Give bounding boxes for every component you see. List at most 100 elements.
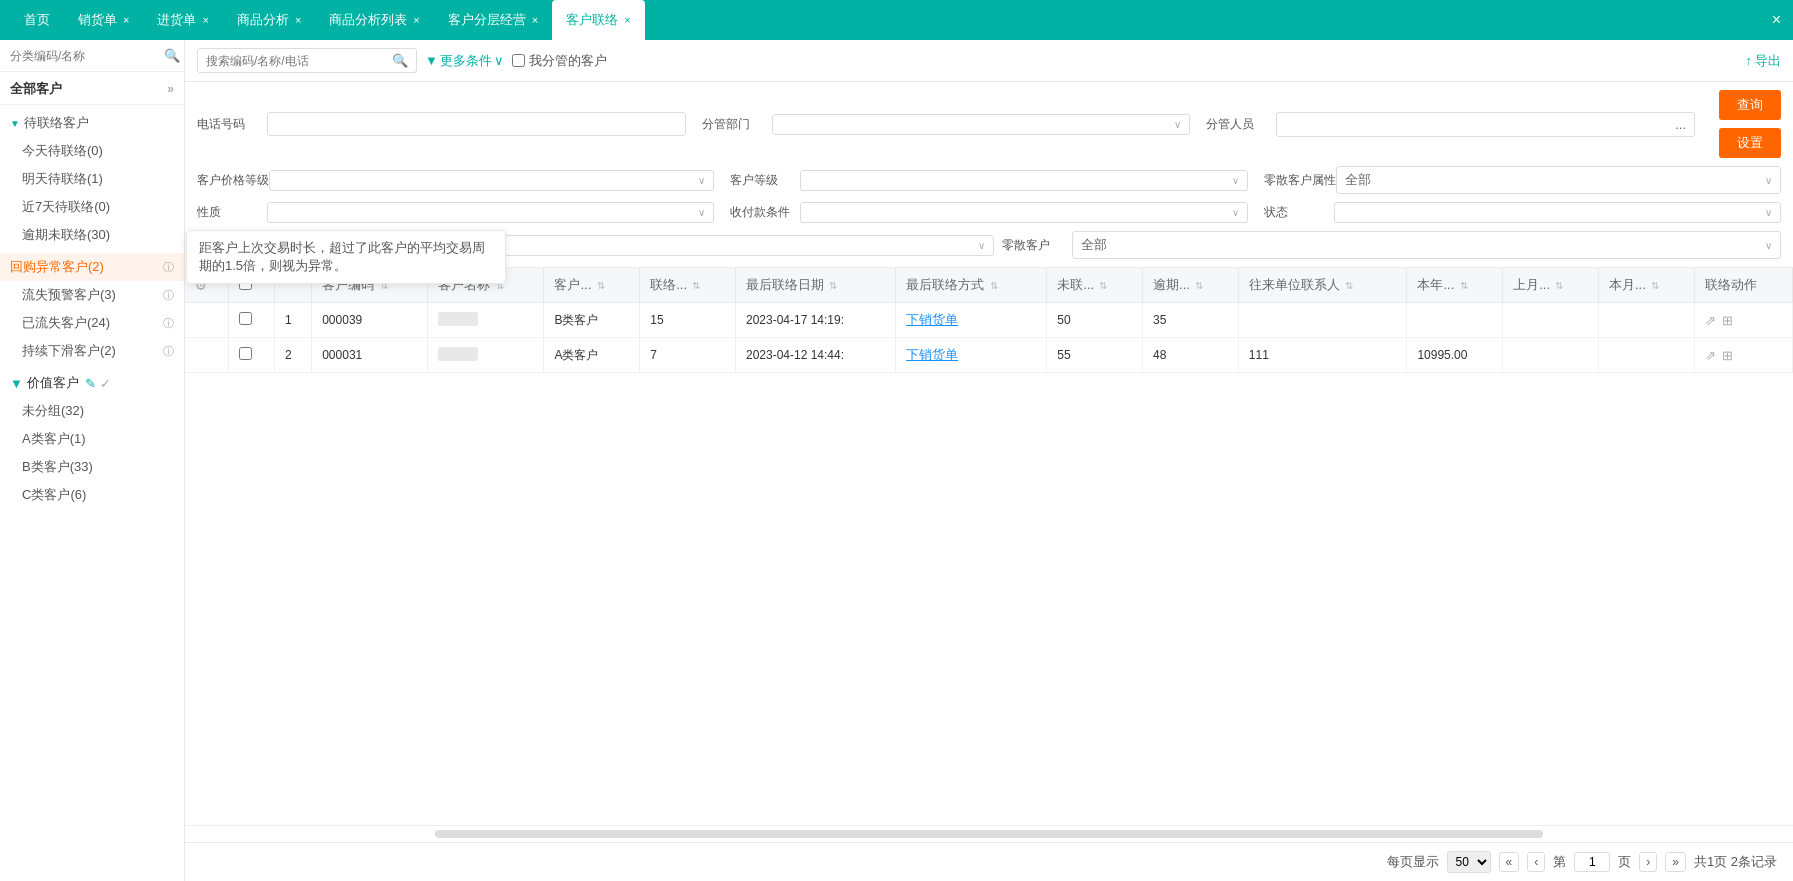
sidebar-item-b-class[interactable]: B类客户(33): [0, 453, 184, 481]
nav-product-list-close[interactable]: ×: [413, 14, 419, 26]
my-customers-checkbox[interactable]: 我分管的客户: [512, 52, 607, 70]
date-sort-icon[interactable]: ⇅: [829, 280, 837, 291]
row-checkbox[interactable]: [229, 338, 275, 373]
nav-sales[interactable]: 销货单 ×: [64, 0, 143, 40]
gender-select[interactable]: ∨: [267, 202, 714, 223]
window-close-icon[interactable]: ×: [1772, 11, 1781, 29]
query-button[interactable]: 查询: [1719, 90, 1781, 120]
this-month-sort-icon[interactable]: ⇅: [1651, 280, 1659, 291]
filter-dept: 分管部门 ∨: [702, 114, 1191, 135]
overdue-sort-icon[interactable]: ⇅: [1195, 280, 1203, 291]
my-customers-cb[interactable]: [512, 54, 525, 67]
customer-grade-label: 客户等级: [730, 172, 800, 189]
col-not-contacted[interactable]: 未联... ⇅: [1047, 268, 1143, 303]
row-action[interactable]: ⇗ ⊞: [1694, 338, 1792, 373]
tooltip-box: 距客户上次交易时长，超过了此客户的平均交易周期的1.5倍，则视为异常。: [186, 230, 506, 284]
value-check-icon[interactable]: ✓: [100, 376, 111, 391]
sidebar-item-overdue[interactable]: 逾期未联络(30): [0, 221, 184, 249]
col-last-month[interactable]: 上月... ⇅: [1503, 268, 1599, 303]
col-last-contact-date[interactable]: 最后联络日期 ⇅: [735, 268, 895, 303]
row-action[interactable]: ⇗ ⊞: [1694, 303, 1792, 338]
settings-button[interactable]: 设置: [1719, 128, 1781, 158]
retail-customer-select[interactable]: 全部 ∨: [1072, 231, 1781, 259]
nav-sales-close[interactable]: ×: [123, 14, 129, 26]
search-input[interactable]: [206, 54, 392, 68]
this-year-sort-icon[interactable]: ⇅: [1460, 280, 1468, 291]
type-sort-icon[interactable]: ⇅: [597, 280, 605, 291]
export-btn[interactable]: ↑ 导出: [1746, 52, 1782, 70]
price-grade-select[interactable]: ∨: [269, 170, 714, 191]
status-arrow-icon: ∨: [1765, 207, 1772, 218]
first-page-btn[interactable]: «: [1499, 852, 1520, 872]
col-overdue[interactable]: 逾期... ⇅: [1143, 268, 1239, 303]
payment-select[interactable]: ∨: [800, 202, 1247, 223]
col-type[interactable]: 客户... ⇅: [544, 268, 640, 303]
per-page-label: 每页显示: [1387, 853, 1439, 871]
action-link-icon[interactable]: ⇗: [1705, 313, 1716, 328]
nav-product-list[interactable]: 商品分析列表 ×: [315, 0, 433, 40]
sidebar-item-keep-falling[interactable]: 持续下滑客户(2) ⓘ: [0, 337, 184, 365]
col-last-contact-method[interactable]: 最后联络方式 ⇅: [896, 268, 1047, 303]
row-select-checkbox[interactable]: [239, 312, 252, 325]
nav-product-analysis[interactable]: 商品分析 ×: [223, 0, 315, 40]
sidebar-item-today[interactable]: 今天待联络(0): [0, 137, 184, 165]
sidebar-item-c-class[interactable]: C类客户(6): [0, 481, 184, 509]
status-select[interactable]: ∨: [1334, 202, 1781, 223]
prev-page-btn[interactable]: ‹: [1527, 852, 1545, 872]
retail-attr-select[interactable]: 全部 ∨: [1336, 166, 1781, 194]
per-page-select[interactable]: 50: [1447, 851, 1491, 873]
action-grid-icon[interactable]: ⊞: [1722, 348, 1733, 363]
col-this-year[interactable]: 本年... ⇅: [1407, 268, 1503, 303]
col-this-month[interactable]: 本月... ⇅: [1598, 268, 1694, 303]
sidebar-item-a-class[interactable]: A类客户(1): [0, 425, 184, 453]
person-dots[interactable]: ...: [1675, 117, 1686, 132]
sidebar-item-already-lost[interactable]: 已流失客户(24) ⓘ: [0, 309, 184, 337]
person-label: 分管人员: [1206, 116, 1276, 133]
search-icon[interactable]: 🔍: [392, 53, 408, 68]
nav-customer-contact-close[interactable]: ×: [624, 14, 630, 26]
page-input[interactable]: [1574, 852, 1610, 872]
sidebar-item-ungroup[interactable]: 未分组(32): [0, 397, 184, 425]
more-conditions-btn[interactable]: ▼ 更多条件 ∨: [425, 52, 504, 70]
customer-grade-select[interactable]: ∨: [800, 170, 1247, 191]
row-select-checkbox[interactable]: [239, 347, 252, 360]
row-settings: [185, 303, 229, 338]
nav-customer-layered-close[interactable]: ×: [532, 14, 538, 26]
sidebar-search-icon[interactable]: 🔍: [164, 48, 180, 63]
sidebar-collapse-icon[interactable]: »: [167, 82, 174, 96]
row-no: 1: [274, 303, 311, 338]
last-page-btn[interactable]: »: [1665, 852, 1686, 872]
col-action: 联络动作: [1694, 268, 1792, 303]
contact-person-sort-icon[interactable]: ⇅: [1345, 280, 1353, 291]
nav-product-analysis-close[interactable]: ×: [295, 14, 301, 26]
nav-purchase[interactable]: 进货单 ×: [143, 0, 222, 40]
nav-home[interactable]: 首页: [10, 0, 64, 40]
person-select[interactable]: ...: [1276, 112, 1695, 137]
row-checkbox[interactable]: [229, 303, 275, 338]
sidebar-item-7days[interactable]: 近7天待联络(0): [0, 193, 184, 221]
row-last-contact-method[interactable]: 下销货单: [896, 338, 1047, 373]
not-contacted-sort-icon[interactable]: ⇅: [1099, 280, 1107, 291]
last-month-sort-icon[interactable]: ⇅: [1555, 280, 1563, 291]
col-contact-person[interactable]: 往来单位联系人 ⇅: [1238, 268, 1407, 303]
sidebar-pending-title[interactable]: ▼ 待联络客户: [0, 109, 184, 137]
phone-input[interactable]: [267, 112, 686, 136]
page-suffix: 页: [1618, 853, 1631, 871]
action-grid-icon[interactable]: ⊞: [1722, 313, 1733, 328]
contact-sort-icon[interactable]: ⇅: [692, 280, 700, 291]
nav-customer-contact[interactable]: 客户联络 ×: [552, 0, 644, 40]
nav-customer-layered[interactable]: 客户分层经营 ×: [434, 0, 552, 40]
row-last-contact-method[interactable]: 下销货单: [896, 303, 1047, 338]
value-edit-icon[interactable]: ✎: [85, 376, 96, 391]
sidebar-item-tomorrow[interactable]: 明天待联络(1): [0, 165, 184, 193]
action-link-icon[interactable]: ⇗: [1705, 348, 1716, 363]
sidebar-search-input[interactable]: [10, 49, 160, 63]
customer-type-arrow-icon: ∨: [978, 240, 985, 251]
nav-purchase-close[interactable]: ×: [202, 14, 208, 26]
next-page-btn[interactable]: ›: [1639, 852, 1657, 872]
sidebar-item-lost-preview[interactable]: 流失预警客户(3) ⓘ: [0, 281, 184, 309]
method-sort-icon[interactable]: ⇅: [990, 280, 998, 291]
sidebar-item-rebuy-abnormal[interactable]: 回购异常客户(2) ⓘ: [0, 253, 184, 281]
dept-select[interactable]: ∨: [772, 114, 1191, 135]
col-contact[interactable]: 联络... ⇅: [640, 268, 736, 303]
